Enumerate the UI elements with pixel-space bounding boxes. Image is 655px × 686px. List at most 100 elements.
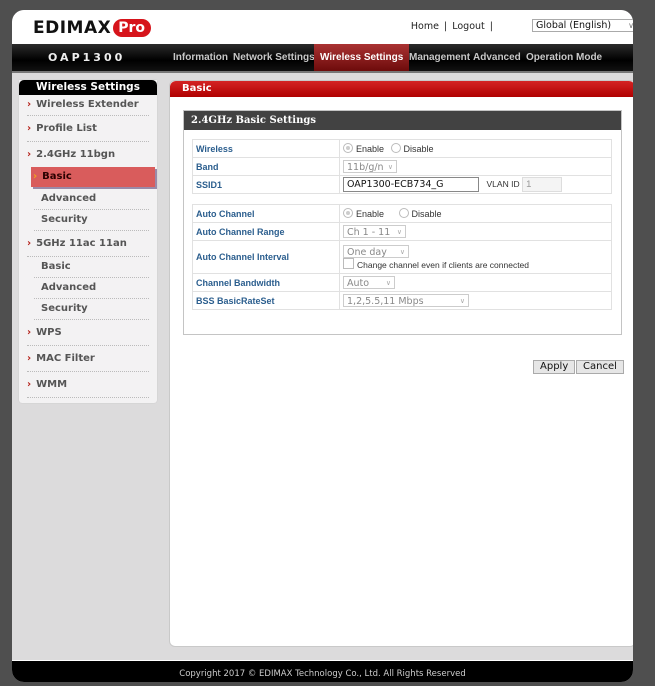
sidebar-item-label: Wireless Extender: [36, 99, 139, 110]
sidebar-item-label: WMM: [36, 379, 68, 390]
sidebar-item-label: MAC Filter: [36, 353, 95, 364]
auto-channel-range-label: Auto Channel Range: [192, 222, 340, 241]
chevron-right-icon: ›: [27, 99, 32, 110]
chevron-down-icon: ∨: [396, 228, 402, 236]
logo-text: EDIMAX: [33, 18, 112, 38]
separator: |: [489, 21, 493, 32]
sidebar-item-label: Advanced: [41, 193, 97, 204]
sidebar-item-mac-filter[interactable]: › MAC Filter: [27, 346, 149, 372]
language-select[interactable]: Global (English) ∨: [532, 19, 633, 32]
sidebar-item-wps[interactable]: › WPS: [27, 320, 149, 346]
chevron-right-icon: ›: [27, 238, 32, 249]
channel-bandwidth-label: Channel Bandwidth: [192, 273, 340, 292]
top-links: Home | Logout |: [411, 21, 495, 32]
sidebar-item-5ghz[interactable]: › 5GHz 11ac 11an: [27, 231, 149, 257]
bss-basic-rate-set-label: BSS BasicRateSet: [192, 291, 340, 310]
sidebar-item-label: Basic: [41, 261, 71, 272]
wireless-disable-radio[interactable]: [390, 143, 401, 153]
channel-bandwidth-select[interactable]: Auto ∨: [343, 276, 395, 289]
copyright-text: Copyright 2017 © EDIMAX Technology Co., …: [179, 669, 466, 679]
chevron-right-icon: ›: [33, 171, 38, 182]
chevron-down-icon: ∨: [399, 247, 405, 256]
channel-bandwidth-value: Auto: [347, 278, 370, 289]
band-label: Band: [192, 157, 340, 176]
row-ssid: SSID1 OAP1300-ECB734_G VLAN ID 1: [192, 175, 612, 194]
header: EDIMAX Pro Home | Logout | Global (Engli…: [12, 10, 633, 44]
nav-wireless-settings[interactable]: Wireless Settings: [314, 44, 410, 71]
ssid-label: SSID1: [192, 175, 340, 194]
radio-label: Enable: [356, 209, 385, 219]
wireless-enable-radio[interactable]: [343, 143, 353, 153]
bss-basic-rate-set-select[interactable]: 1,2,5.5,11 Mbps ∨: [343, 294, 469, 307]
auto-channel-enable-radio[interactable]: [343, 208, 353, 218]
nav-network-settings[interactable]: Network Settings: [229, 44, 319, 71]
chevron-right-icon: ›: [27, 327, 32, 338]
language-value: Global (English): [536, 20, 612, 31]
chevron-down-icon: ∨: [387, 163, 393, 171]
sidebar-item-5ghz-basic[interactable]: Basic: [34, 257, 149, 278]
apply-button[interactable]: Apply: [533, 360, 576, 374]
sidebar-title: Wireless Settings: [19, 80, 157, 95]
row-bss-basic-rate-set: BSS BasicRateSet 1,2,5.5,11 Mbps ∨: [192, 291, 612, 310]
auto-channel-interval-select[interactable]: One day ∨: [343, 244, 409, 258]
nav-management[interactable]: Management: [405, 44, 474, 71]
sidebar-item-wmm[interactable]: › WMM: [27, 372, 149, 398]
row-channel-bandwidth: Channel Bandwidth Auto ∨: [192, 273, 612, 292]
auto-channel-label: Auto Channel: [192, 204, 340, 223]
page-title: Basic: [170, 81, 633, 97]
sidebar-item-5ghz-advanced[interactable]: Advanced: [34, 278, 149, 299]
cancel-button[interactable]: Cancel: [576, 360, 624, 374]
sidebar-item-wireless-extender[interactable]: › Wireless Extender: [27, 95, 149, 116]
app-frame: EDIMAX Pro Home | Logout | Global (Engli…: [12, 10, 633, 682]
chevron-right-icon: ›: [27, 379, 32, 390]
sidebar-item-label: Security: [41, 214, 88, 225]
chevron-right-icon: ›: [27, 353, 32, 364]
footer: Copyright 2017 © EDIMAX Technology Co., …: [12, 660, 633, 682]
nav-information[interactable]: Information: [169, 44, 232, 71]
home-link[interactable]: Home: [411, 21, 439, 32]
band-value: 11b/g/n: [347, 162, 384, 173]
row-auto-channel-interval: Auto Channel Interval One day ∨ Change ch…: [192, 240, 612, 274]
section-title: 2.4GHz Basic Settings: [184, 111, 621, 130]
row-auto-channel-range: Auto Channel Range Ch 1 - 11 ∨: [192, 222, 612, 241]
row-auto-channel: Auto Channel Enable Disable: [192, 204, 612, 223]
sidebar-item-24ghz-security[interactable]: Security: [34, 210, 149, 231]
edimax-logo: EDIMAX Pro: [33, 16, 152, 40]
change-channel-checkbox[interactable]: [343, 257, 354, 269]
nav-advanced[interactable]: Advanced: [469, 44, 525, 71]
basic-settings-section: 2.4GHz Basic Settings Wireless Enable Di…: [183, 110, 622, 335]
sidebar-item-label: WPS: [36, 327, 62, 338]
radio-label: Enable: [356, 144, 385, 154]
logout-link[interactable]: Logout: [452, 21, 485, 32]
sidebar-item-24ghz-basic[interactable]: › Basic: [31, 167, 155, 187]
sidebar-item-label: Basic: [42, 171, 72, 182]
auto-channel-range-select[interactable]: Ch 1 - 11 ∨: [343, 225, 406, 238]
auto-channel-interval-label: Auto Channel Interval: [192, 240, 340, 274]
wireless-label: Wireless: [192, 139, 340, 158]
ssid-input[interactable]: OAP1300-ECB734_G: [343, 177, 479, 192]
change-channel-label: Change channel even if clients are conne…: [357, 259, 530, 270]
settings-table-2: Auto Channel Enable Disable Auto Channel…: [192, 204, 612, 310]
vlan-id-input[interactable]: 1: [522, 177, 563, 192]
sidebar-item-profile-list[interactable]: › Profile List: [27, 116, 149, 142]
sidebar-item-label: Security: [41, 303, 88, 314]
row-band: Band 11b/g/n ∨: [192, 157, 612, 176]
content-panel: Basic 2.4GHz Basic Settings Wireless Ena…: [169, 80, 633, 647]
vlan-id-label: VLAN ID: [486, 178, 520, 189]
nav-operation-mode[interactable]: Operation Mode: [522, 44, 606, 71]
sidebar-item-24ghz-advanced[interactable]: Advanced: [34, 189, 149, 210]
radio-label: Disable: [403, 144, 434, 154]
chevron-right-icon: ›: [27, 149, 32, 160]
sidebar-item-5ghz-security[interactable]: Security: [34, 299, 149, 320]
wireless-value: Enable Disable: [339, 139, 612, 158]
band-select[interactable]: 11b/g/n ∨: [343, 160, 397, 173]
auto-channel-range-value: Ch 1 - 11: [347, 227, 391, 238]
row-wireless: Wireless Enable Disable: [192, 139, 612, 158]
auto-channel-disable-radio[interactable]: [398, 208, 409, 218]
bss-basic-rate-set-value: 1,2,5.5,11 Mbps: [347, 296, 424, 307]
radio-label: Disable: [411, 209, 442, 219]
logo-badge: Pro: [113, 19, 152, 37]
sidebar-item-24ghz[interactable]: › 2.4GHz 11bgn: [27, 142, 149, 167]
sidebar-item-label: 2.4GHz 11bgn: [36, 149, 116, 160]
main-nav: OAP1300 Information Network Settings Wir…: [12, 44, 633, 73]
